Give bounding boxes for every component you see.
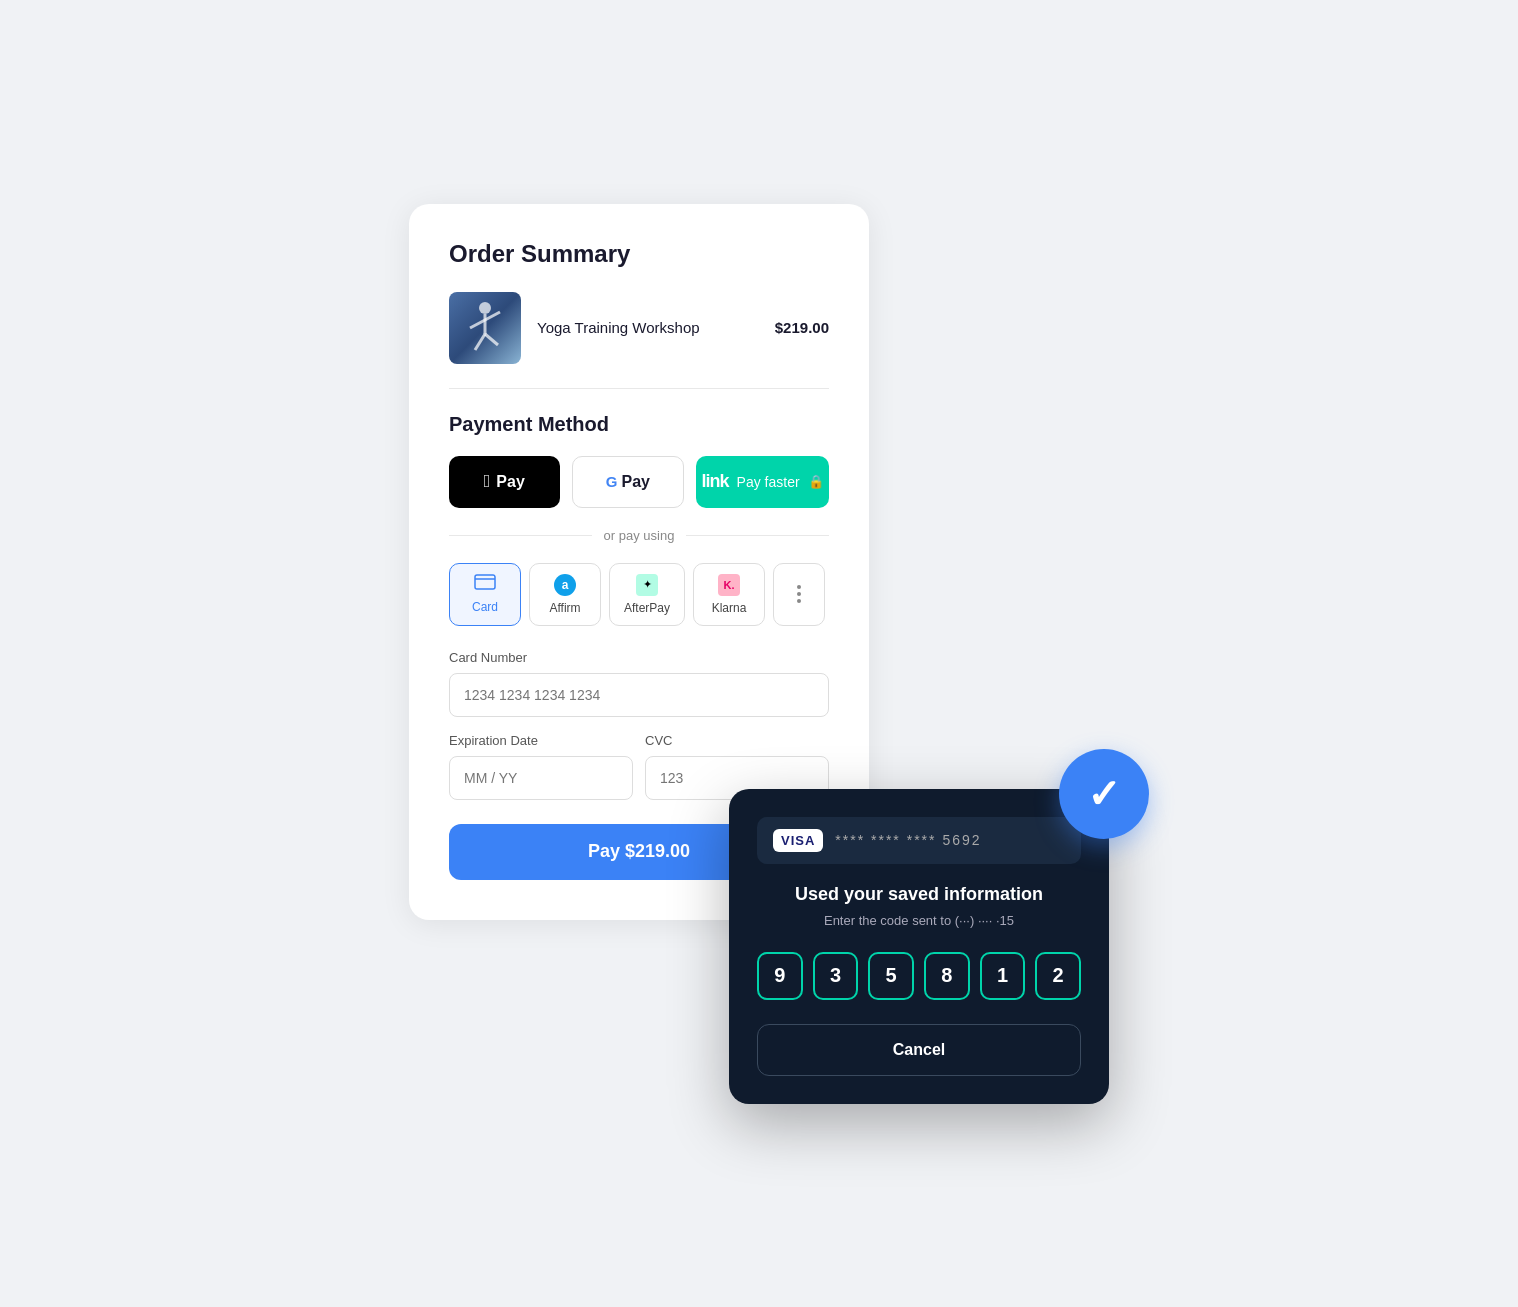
verification-modal: ✓ VISA **** **** **** 5692 Used your sav… xyxy=(729,789,1109,1104)
apple-pay-label: Pay xyxy=(496,473,524,491)
digit-3: 5 xyxy=(868,952,914,1000)
digit-5: 1 xyxy=(980,952,1026,1000)
apple-pay-button[interactable]:  Pay xyxy=(449,456,560,508)
link-brand-text: link xyxy=(702,471,729,492)
card-info-row: VISA **** **** **** 5692 xyxy=(757,817,1081,864)
method-tab-affirm[interactable]: a Affirm xyxy=(529,563,601,626)
page-container: Order Summary Yoga Training Workshop $21… xyxy=(409,204,1109,1104)
svg-line-2 xyxy=(470,320,485,328)
check-circle: ✓ xyxy=(1059,749,1149,839)
method-tab-card[interactable]: Card xyxy=(449,563,521,626)
product-row: Yoga Training Workshop $219.00 xyxy=(449,292,829,364)
digit-4: 8 xyxy=(924,952,970,1000)
link-pay-button[interactable]: link Pay faster 🔒 xyxy=(696,456,829,508)
yoga-figure-icon xyxy=(460,300,510,360)
divider xyxy=(449,388,829,389)
klarna-tab-label: Klarna xyxy=(712,601,747,615)
cancel-button[interactable]: Cancel xyxy=(757,1024,1081,1076)
check-icon: ✓ xyxy=(1087,774,1121,814)
modal-subtitle: Enter the code sent to (···) ···· ·15 xyxy=(757,913,1081,928)
card-number-input[interactable] xyxy=(449,673,829,717)
google-g-icon: G xyxy=(606,473,618,491)
more-methods-tab[interactable] xyxy=(773,563,825,626)
payment-methods-tabs: Card a Affirm ✦ AfterPay K. xyxy=(449,563,829,626)
svg-rect-6 xyxy=(475,575,495,589)
svg-point-0 xyxy=(479,302,491,314)
card-tab-label: Card xyxy=(472,600,498,614)
or-divider-text: or pay using xyxy=(604,528,675,543)
method-tab-klarna[interactable]: K. Klarna xyxy=(693,563,765,626)
afterpay-icon: ✦ xyxy=(636,574,658,596)
product-image xyxy=(449,292,521,364)
visa-label: VISA xyxy=(781,833,815,848)
more-dots-icon xyxy=(797,585,801,603)
affirm-tab-label: Affirm xyxy=(549,601,580,615)
klarna-icon: K. xyxy=(718,574,740,596)
digit-2: 3 xyxy=(813,952,859,1000)
apple-icon:  xyxy=(484,471,491,492)
affirm-icon: a xyxy=(554,574,576,596)
svg-line-5 xyxy=(485,334,498,345)
visa-badge: VISA xyxy=(773,829,823,852)
link-pay-label: Pay faster xyxy=(737,474,800,490)
payment-buttons:  Pay G Pay link Pay faster 🔒 xyxy=(449,456,829,508)
card-icon xyxy=(474,574,496,595)
card-number-label: Card Number xyxy=(449,650,829,665)
svg-line-4 xyxy=(475,334,485,350)
method-tab-afterpay[interactable]: ✦ AfterPay xyxy=(609,563,685,626)
google-pay-label: Pay xyxy=(622,473,650,491)
product-price: $219.00 xyxy=(775,319,829,336)
lock-icon: 🔒 xyxy=(808,474,824,489)
google-pay-button[interactable]: G Pay xyxy=(572,456,685,508)
expiration-col: Expiration Date xyxy=(449,733,633,816)
code-digits: 9 3 5 8 1 2 xyxy=(757,952,1081,1000)
digit-6: 2 xyxy=(1035,952,1081,1000)
payment-method-title: Payment Method xyxy=(449,413,829,436)
order-title: Order Summary xyxy=(449,240,829,268)
or-divider: or pay using xyxy=(449,528,829,543)
afterpay-tab-label: AfterPay xyxy=(624,601,670,615)
product-name: Yoga Training Workshop xyxy=(537,317,759,338)
modal-title: Used your saved information xyxy=(757,884,1081,905)
cvc-label: CVC xyxy=(645,733,829,748)
expiration-input[interactable] xyxy=(449,756,633,800)
expiration-label: Expiration Date xyxy=(449,733,633,748)
card-number-masked: **** **** **** 5692 xyxy=(835,832,981,848)
digit-1: 9 xyxy=(757,952,803,1000)
